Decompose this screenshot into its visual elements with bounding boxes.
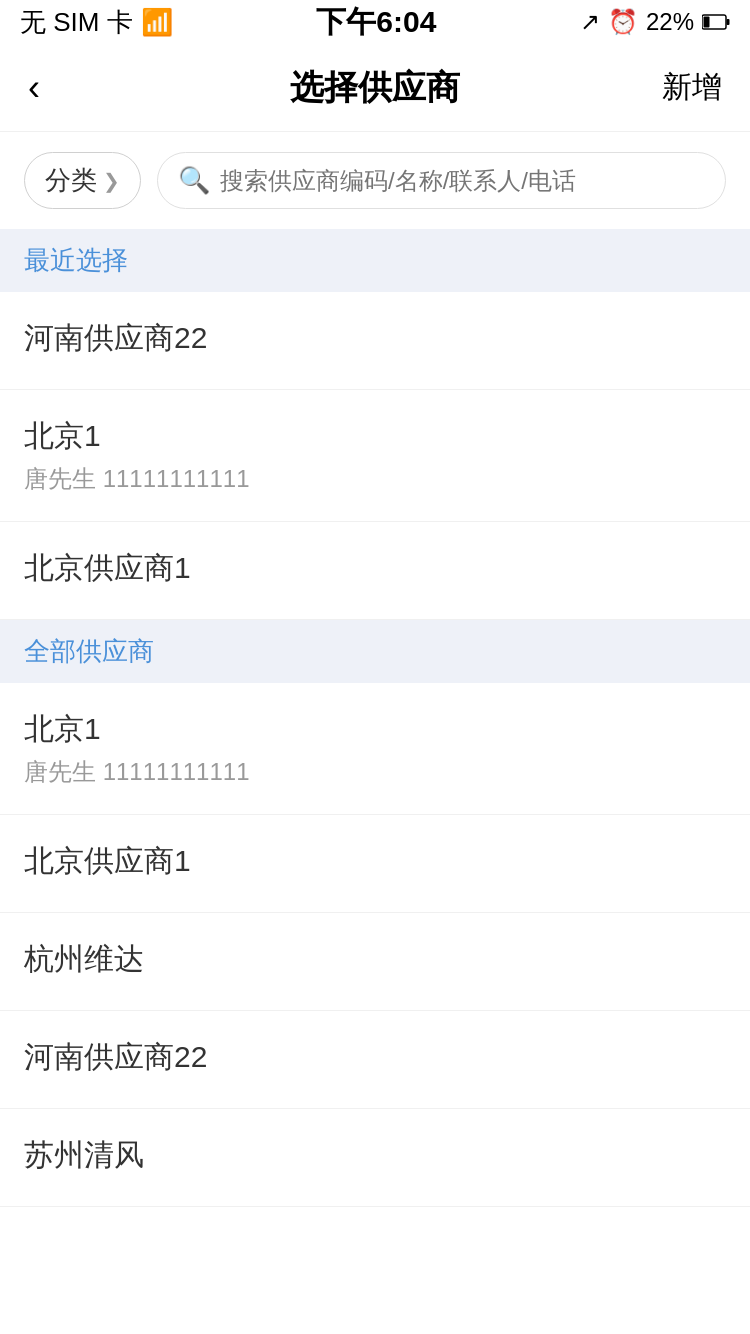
battery-icon: [702, 8, 730, 36]
svg-rect-2: [703, 17, 709, 28]
all-section-title: 全部供应商: [24, 636, 154, 666]
search-box[interactable]: 🔍: [157, 152, 726, 209]
svg-rect-1: [726, 19, 729, 25]
sim-label: 无 SIM 卡: [20, 5, 133, 40]
add-button[interactable]: 新增: [642, 67, 722, 108]
item-name: 苏州清风: [24, 1135, 726, 1176]
item-sub: 唐先生 11111111111: [24, 756, 726, 788]
item-name: 北京供应商1: [24, 841, 726, 882]
item-name: 北京供应商1: [24, 548, 726, 589]
all-list: 北京1 唐先生 11111111111 北京供应商1 杭州维达 河南供应商22 …: [0, 683, 750, 1207]
battery-percent: 22%: [646, 8, 694, 36]
list-item[interactable]: 杭州维达: [0, 913, 750, 1011]
filter-row: 分类 ❯ 🔍: [0, 132, 750, 229]
status-bar: 无 SIM 卡 📶 下午6:04 ↗ ⏰ 22%: [0, 0, 750, 44]
list-item[interactable]: 北京供应商1: [0, 522, 750, 620]
list-item[interactable]: 河南供应商22: [0, 1011, 750, 1109]
list-item[interactable]: 苏州清风: [0, 1109, 750, 1207]
search-icon: 🔍: [178, 165, 210, 196]
category-button[interactable]: 分类 ❯: [24, 152, 141, 209]
wifi-icon: 📶: [141, 7, 173, 38]
list-item[interactable]: 北京1 唐先生 11111111111: [0, 683, 750, 815]
location-icon: ↗: [580, 8, 600, 36]
status-time: 下午6:04: [316, 2, 436, 43]
nav-bar: ‹ 选择供应商 新增: [0, 44, 750, 132]
list-item[interactable]: 北京1 唐先生 11111111111: [0, 390, 750, 522]
all-section-header: 全部供应商: [0, 620, 750, 683]
item-name: 杭州维达: [24, 939, 726, 980]
status-left: 无 SIM 卡 📶: [20, 5, 173, 40]
category-label: 分类: [45, 163, 97, 198]
recent-section-header: 最近选择: [0, 229, 750, 292]
page-title: 选择供应商: [108, 65, 642, 111]
recent-section-title: 最近选择: [24, 245, 128, 275]
item-sub: 唐先生 11111111111: [24, 463, 726, 495]
item-name: 北京1: [24, 709, 726, 750]
item-name: 北京1: [24, 416, 726, 457]
recent-list: 河南供应商22 北京1 唐先生 11111111111 北京供应商1: [0, 292, 750, 620]
item-name: 河南供应商22: [24, 318, 726, 359]
alarm-icon: ⏰: [608, 8, 638, 36]
back-button[interactable]: ‹: [28, 67, 108, 109]
item-name: 河南供应商22: [24, 1037, 726, 1078]
status-right: ↗ ⏰ 22%: [580, 8, 730, 36]
chevron-right-icon: ❯: [103, 169, 120, 193]
list-item[interactable]: 河南供应商22: [0, 292, 750, 390]
list-item[interactable]: 北京供应商1: [0, 815, 750, 913]
search-input[interactable]: [220, 167, 705, 195]
